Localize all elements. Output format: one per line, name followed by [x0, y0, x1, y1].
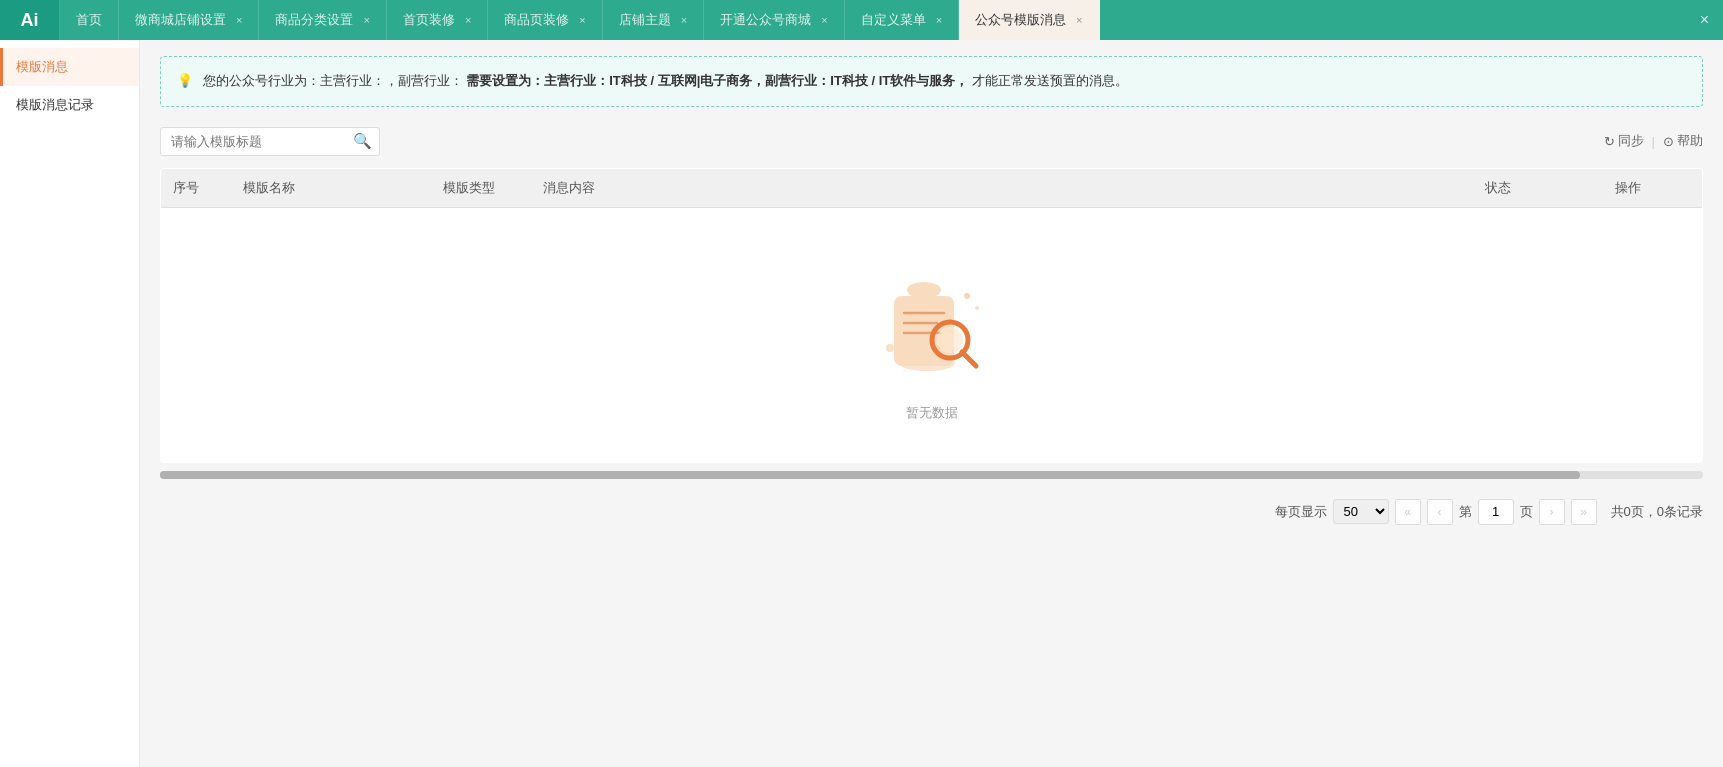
tab-productpage[interactable]: 商品页装修 × [488, 0, 602, 40]
tab-close-theme[interactable]: × [681, 14, 687, 26]
empty-state-row: 暂无数据 [161, 207, 1703, 462]
table-header-row: 序号 模版名称 模版类型 消息内容 状态 操作 [161, 168, 1703, 207]
toolbar-right: ↻ 同步 | ⊙ 帮助 [1604, 132, 1703, 150]
empty-illustration [872, 268, 992, 388]
page-size-select[interactable]: 50 10 20 100 [1333, 499, 1389, 524]
window-close-button[interactable]: × [1686, 11, 1723, 29]
tab-mall[interactable]: 开通公众号商城 × [704, 0, 844, 40]
search-button[interactable]: 🔍 [353, 132, 372, 150]
data-table: 序号 模版名称 模版类型 消息内容 状态 操作 [160, 168, 1703, 463]
tab-close-homepage[interactable]: × [465, 14, 471, 26]
page-first-button[interactable]: « [1395, 499, 1421, 525]
help-icon: ⊙ [1663, 134, 1674, 149]
tab-category[interactable]: 商品分类设置 × [259, 0, 386, 40]
col-header-type: 模版类型 [431, 168, 531, 207]
search-bar: 🔍 ↻ 同步 | ⊙ 帮助 [160, 127, 1703, 156]
toolbar-divider: | [1652, 134, 1655, 149]
svg-point-10 [975, 306, 979, 310]
search-input[interactable] [160, 127, 380, 156]
svg-point-9 [964, 293, 970, 299]
sync-icon: ↻ [1604, 134, 1615, 149]
empty-text: 暂无数据 [161, 404, 1702, 422]
tab-theme[interactable]: 店铺主题 × [603, 0, 704, 40]
notice-icon: 💡 [177, 73, 193, 88]
tab-templatemsg[interactable]: 公众号模版消息 × [959, 0, 1099, 40]
pagination-bar: 每页显示 50 10 20 100 « ‹ 第 页 › » 共0页，0条记录 [160, 487, 1703, 529]
main-layout: 模版消息 模版消息记录 💡 您的公众号行业为：主营行业：，副营行业： 需要设置为… [0, 40, 1723, 767]
svg-point-7 [937, 327, 963, 353]
col-header-name: 模版名称 [231, 168, 431, 207]
page-prev-button[interactable]: ‹ [1427, 499, 1453, 525]
tab-close-productpage[interactable]: × [579, 14, 585, 26]
sync-button[interactable]: ↻ 同步 [1604, 132, 1644, 150]
search-input-wrap: 🔍 [160, 127, 380, 156]
tab-homepage[interactable]: 首页装修 × [387, 0, 488, 40]
scroll-thumb[interactable] [160, 471, 1580, 479]
horizontal-scrollbar[interactable] [160, 471, 1703, 479]
app-logo: Ai [0, 0, 60, 40]
svg-point-11 [886, 344, 894, 352]
tab-close-custommenu[interactable]: × [936, 14, 942, 26]
page-input[interactable] [1478, 499, 1514, 525]
tab-close-templatemsg[interactable]: × [1076, 14, 1082, 26]
tab-home[interactable]: 首页 [60, 0, 119, 40]
tab-bar: Ai 首页 微商城店铺设置 × 商品分类设置 × 首页装修 × 商品页装修 × … [0, 0, 1723, 40]
empty-state: 暂无数据 [161, 208, 1702, 462]
sidebar-item-template-msg[interactable]: 模版消息 [0, 48, 139, 86]
page-next-button[interactable]: › [1539, 499, 1565, 525]
help-button[interactable]: ⊙ 帮助 [1663, 132, 1703, 150]
col-header-content: 消息内容 [531, 168, 1473, 207]
tab-wshop[interactable]: 微商城店铺设置 × [119, 0, 259, 40]
svg-line-8 [962, 352, 976, 366]
svg-point-5 [907, 282, 941, 298]
content-area: 💡 您的公众号行业为：主营行业：，副营行业： 需要设置为：主营行业：IT科技 /… [140, 40, 1723, 767]
page-label: 第 [1459, 503, 1472, 521]
tab-close-mall[interactable]: × [821, 14, 827, 26]
page-last-button[interactable]: » [1571, 499, 1597, 525]
col-header-index: 序号 [161, 168, 231, 207]
page-suffix: 页 [1520, 503, 1533, 521]
page-size-label: 每页显示 [1275, 503, 1327, 521]
page-total: 共0页，0条记录 [1611, 503, 1703, 521]
tab-custommenu[interactable]: 自定义菜单 × [845, 0, 959, 40]
col-header-status: 状态 [1473, 168, 1603, 207]
col-header-action: 操作 [1603, 168, 1703, 207]
tab-close-wshop[interactable]: × [236, 14, 242, 26]
sidebar: 模版消息 模版消息记录 [0, 40, 140, 767]
sidebar-item-template-msg-record[interactable]: 模版消息记录 [0, 86, 139, 124]
notice-box: 💡 您的公众号行业为：主营行业：，副营行业： 需要设置为：主营行业：IT科技 /… [160, 56, 1703, 107]
tab-close-category[interactable]: × [363, 14, 369, 26]
